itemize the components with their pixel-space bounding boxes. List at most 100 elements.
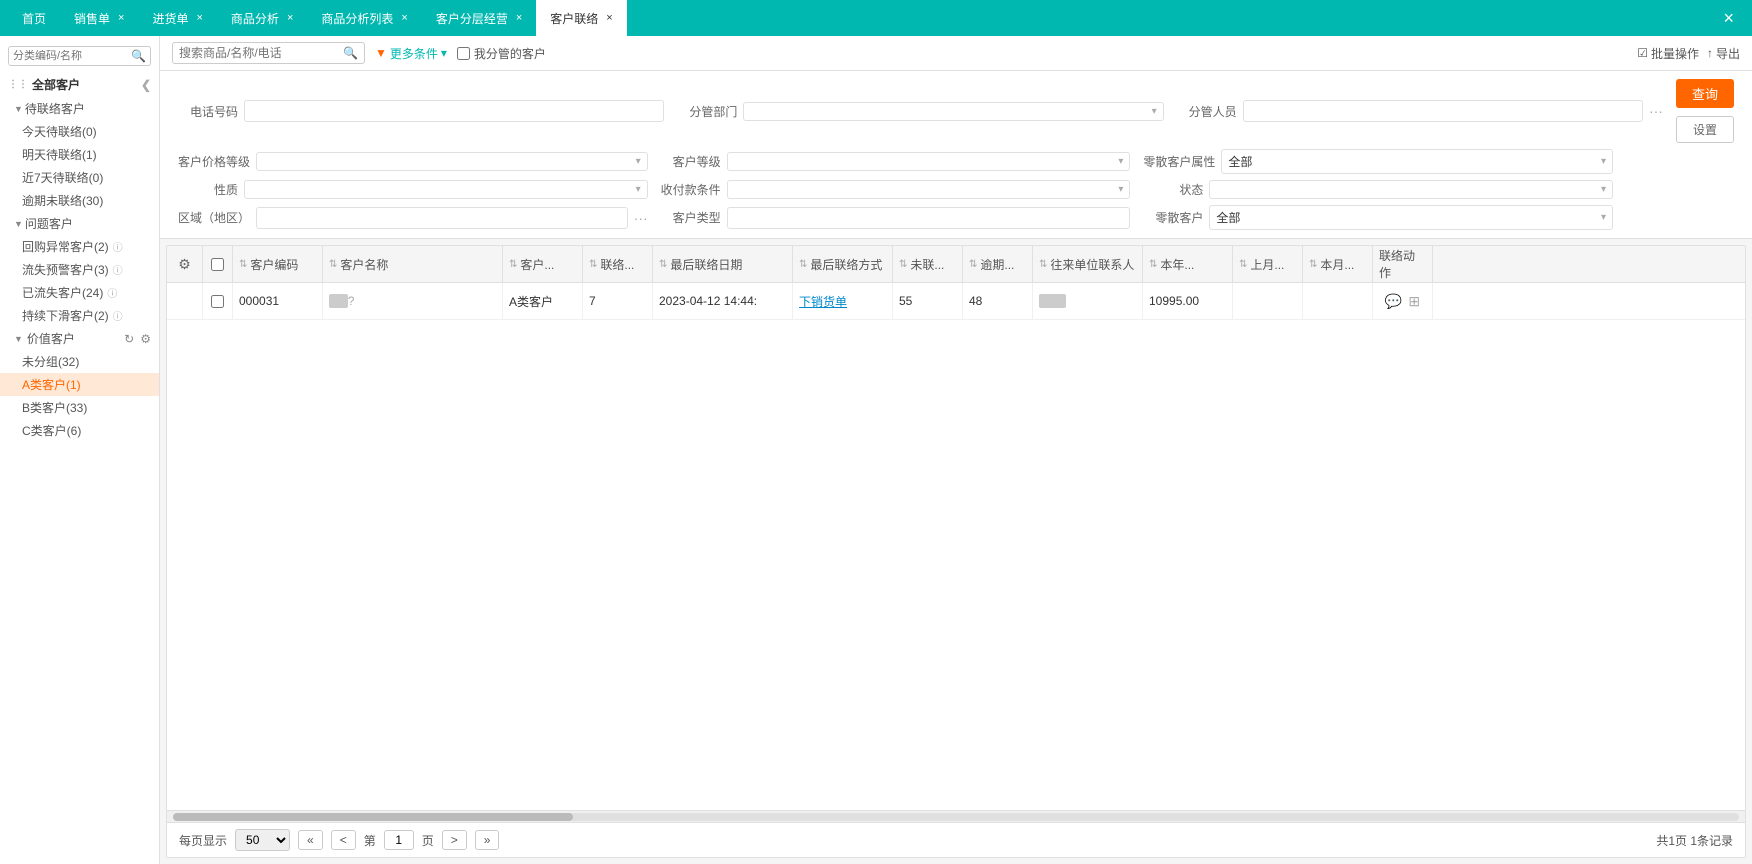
person-more-dots[interactable]: ···: [1649, 103, 1663, 119]
th-histunit-sort[interactable]: ⇅: [1039, 259, 1047, 270]
sidebar-search-box[interactable]: 🔍: [8, 46, 151, 66]
gear-icon[interactable]: ⚙: [178, 256, 191, 273]
query-button[interactable]: 查询: [1676, 79, 1734, 108]
sidebar-search-icon[interactable]: 🔍: [131, 49, 146, 63]
filter-dept-select[interactable]: ▾: [743, 102, 1163, 121]
nav-purchase-close[interactable]: ×: [196, 12, 202, 24]
sidebar-item-churn-warn[interactable]: 流失预警客户(3) ⓘ: [0, 258, 159, 281]
horizontal-scrollbar[interactable]: [167, 810, 1745, 822]
region-more-dots[interactable]: ···: [634, 210, 648, 226]
value-settings-icon[interactable]: ⚙: [140, 332, 151, 346]
nav-home[interactable]: 首页: [8, 0, 60, 36]
next-page-btn[interactable]: >: [442, 830, 467, 850]
th-gear[interactable]: ⚙: [167, 246, 203, 282]
filter-pricelevel-select[interactable]: ▾: [256, 152, 648, 171]
nav-sales[interactable]: 销售单 ×: [60, 0, 138, 36]
filter-retail-select[interactable]: 全部▾: [1209, 205, 1613, 230]
sidebar-item-declining[interactable]: 持续下滑客户(2) ⓘ: [0, 304, 159, 327]
filter-payment-select[interactable]: ▾: [727, 180, 1131, 199]
nav-goods-list-close[interactable]: ×: [401, 12, 407, 24]
value-refresh-icon[interactable]: ↻: [124, 332, 134, 346]
th-overdue-sort[interactable]: ⇅: [969, 259, 977, 270]
sidebar-item-7days[interactable]: 近7天待联络(0): [0, 166, 159, 189]
prev-page-btn[interactable]: <: [331, 830, 356, 850]
th-last-date-sort[interactable]: ⇅: [659, 259, 667, 270]
declining-info-icon[interactable]: ⓘ: [113, 308, 123, 323]
filter-nature-select[interactable]: ▾: [244, 180, 648, 199]
th-code-sort[interactable]: ⇅: [239, 259, 247, 270]
sidebar-item-c-class[interactable]: C类客户(6): [0, 419, 159, 442]
filter-more-conditions[interactable]: ▼ 更多条件 ▾: [375, 45, 447, 62]
th-check[interactable]: [203, 246, 233, 282]
first-page-btn[interactable]: «: [298, 830, 323, 850]
sidebar-value-group[interactable]: ▼ 价值客户 ↻ ⚙: [0, 327, 159, 350]
sidebar-item-repurchase[interactable]: 回购异常客户(2) ⓘ: [0, 235, 159, 258]
th-name-sort[interactable]: ⇅: [329, 259, 337, 270]
my-customers-check-input[interactable]: [457, 47, 470, 60]
batch-op-btn[interactable]: ☑ 批量操作: [1637, 45, 1699, 62]
sidebar-item-ungroup[interactable]: 未分组(32): [0, 350, 159, 373]
filter-retailattr-cell: 零散客户属性 全部▾: [1137, 149, 1620, 174]
scroll-track[interactable]: [173, 813, 1739, 821]
churned-info-icon[interactable]: ⓘ: [107, 285, 117, 300]
sidebar-problem-group[interactable]: ▼ 问题客户: [0, 212, 159, 235]
th-type-sort[interactable]: ⇅: [509, 259, 517, 270]
churn-warn-info-icon[interactable]: ⓘ: [113, 262, 123, 277]
nav-customer-segment-close[interactable]: ×: [516, 12, 522, 24]
nav-close-all[interactable]: ×: [1713, 8, 1744, 29]
my-customers-checkbox[interactable]: 我分管的客户: [457, 45, 546, 62]
filter-region-input[interactable]: [256, 207, 628, 229]
sidebar-item-tomorrow[interactable]: 明天待联络(1): [0, 143, 159, 166]
sidebar-item-a-class[interactable]: A类客户(1): [0, 373, 159, 396]
last-page-btn[interactable]: »: [475, 830, 500, 850]
filter-search-input[interactable]: [179, 46, 339, 60]
sidebar-pending-group[interactable]: ▼ 待联络客户: [0, 97, 159, 120]
sidebar-item-today[interactable]: 今天待联络(0): [0, 120, 159, 143]
export-btn[interactable]: ↑ 导出: [1707, 45, 1740, 62]
filter-custtype-input[interactable]: [727, 207, 1131, 229]
sidebar-item-churned[interactable]: 已流失客户(24) ⓘ: [0, 281, 159, 304]
sidebar-item-b-class[interactable]: B类客户(33): [0, 396, 159, 419]
th-lastmonth-sort[interactable]: ⇅: [1239, 259, 1247, 270]
filter-phone-input[interactable]: [244, 100, 664, 122]
th-last-way-sort[interactable]: ⇅: [799, 259, 807, 270]
filter-status-select[interactable]: ▾: [1209, 180, 1613, 199]
sidebar-item-overdue[interactable]: 逾期未联络(30): [0, 189, 159, 212]
row-checkbox[interactable]: [211, 295, 224, 308]
nav-customer-contact[interactable]: 客户联络 ×: [536, 0, 626, 36]
td-action[interactable]: 💬 ⊞: [1373, 283, 1433, 319]
filter-person-input[interactable]: [1243, 100, 1643, 122]
th-thismonth-sort[interactable]: ⇅: [1309, 259, 1317, 270]
page-input[interactable]: [384, 830, 414, 850]
sidebar-item-churned-label: 已流失客户(24): [22, 284, 103, 301]
th-uncontact-sort[interactable]: ⇅: [899, 259, 907, 270]
row-last-way-link[interactable]: 下销货单: [799, 293, 847, 310]
settings-button[interactable]: 设置: [1676, 116, 1734, 143]
td-check[interactable]: [203, 283, 233, 319]
nav-sales-close[interactable]: ×: [118, 12, 124, 24]
action-more-icon[interactable]: ⊞: [1408, 293, 1420, 310]
nav-goods-analysis-close[interactable]: ×: [287, 12, 293, 24]
th-contact-sort[interactable]: ⇅: [589, 259, 597, 270]
row-type: A类客户: [509, 293, 553, 310]
sidebar-all-customers[interactable]: ⋮⋮ 全部客户 ❮: [0, 72, 159, 97]
page-label: 第: [364, 832, 376, 849]
th-check-all[interactable]: [211, 258, 224, 271]
nav-goods-list[interactable]: 商品分析列表 ×: [307, 0, 421, 36]
scroll-thumb[interactable]: [173, 813, 573, 821]
repurchase-info-icon[interactable]: ⓘ: [113, 239, 123, 254]
sidebar-search-input[interactable]: [13, 50, 131, 62]
nav-customer-contact-close[interactable]: ×: [606, 12, 612, 24]
filter-retailattr-select[interactable]: 全部▾: [1221, 149, 1613, 174]
td-last-way[interactable]: 下销货单: [793, 283, 893, 319]
action-chat-icon[interactable]: 💬: [1385, 293, 1402, 310]
th-thisyear-sort[interactable]: ⇅: [1149, 259, 1157, 270]
filter-level-select[interactable]: ▾: [727, 152, 1131, 171]
per-page-select[interactable]: 50 100 200: [235, 829, 290, 851]
nav-goods-analysis[interactable]: 商品分析 ×: [217, 0, 307, 36]
sidebar-collapse-icon[interactable]: ❮: [141, 78, 151, 92]
filter-search-icon[interactable]: 🔍: [343, 46, 358, 60]
nav-purchase[interactable]: 进货单 ×: [138, 0, 216, 36]
filter-search-box[interactable]: 🔍: [172, 42, 365, 64]
nav-customer-segment[interactable]: 客户分层经营 ×: [422, 0, 536, 36]
